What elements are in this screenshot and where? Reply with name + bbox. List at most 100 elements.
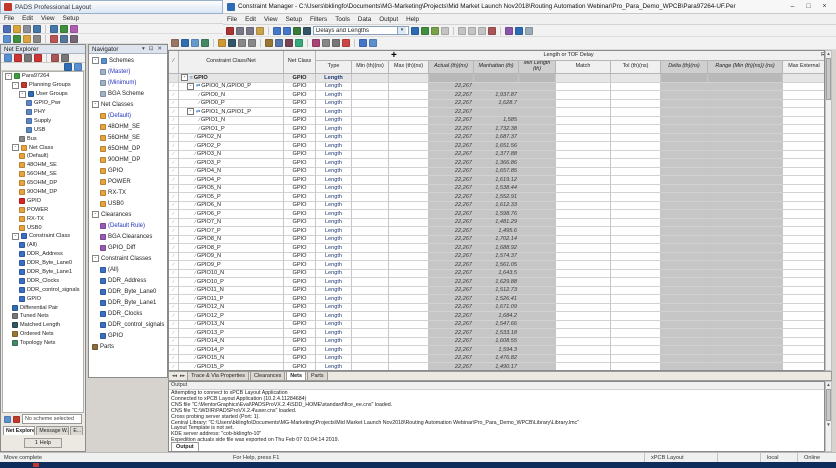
actual-cell[interactable]: 22,267	[429, 329, 474, 338]
tree-item[interactable]: 48OHM_SE	[90, 121, 166, 132]
manh-cell[interactable]: 1,512.73	[474, 286, 519, 295]
maxext-cell[interactable]	[783, 286, 824, 295]
redo-icon[interactable]	[50, 24, 58, 33]
tree-item[interactable]: DDR_control_signals	[90, 319, 166, 330]
tree-item[interactable]: Ordered Nets	[3, 330, 83, 339]
min-cell[interactable]	[352, 167, 389, 176]
range-cell[interactable]	[708, 201, 783, 210]
match-cell[interactable]	[556, 329, 611, 338]
type-cell[interactable]: Length	[316, 82, 352, 91]
row-selector-cell[interactable]: ∕	[169, 269, 179, 278]
delta-cell[interactable]	[661, 261, 708, 270]
constraint-name-cell[interactable]: ∕ GPIO4_P	[179, 176, 284, 185]
tol-cell[interactable]	[611, 320, 661, 329]
tol-cell[interactable]	[611, 329, 661, 338]
max-cell[interactable]	[389, 337, 429, 346]
mark-icon[interactable]	[488, 26, 496, 35]
tree-item[interactable]: (All)	[3, 241, 83, 250]
tree-expander-icon[interactable]: -	[12, 144, 19, 152]
row-selector-cell[interactable]: ∕	[169, 125, 179, 134]
tol-cell[interactable]	[611, 227, 661, 236]
minlen-cell[interactable]	[519, 235, 556, 244]
max-cell[interactable]	[389, 235, 429, 244]
output-vertical-scrollbar[interactable]: ▲ ▼	[825, 381, 832, 452]
maxext-cell[interactable]	[783, 269, 824, 278]
constraint-name-cell[interactable]: ∕ GPIO9_N	[179, 252, 284, 261]
minlen-cell[interactable]	[519, 82, 556, 91]
tol-cell[interactable]	[611, 346, 661, 355]
actual-cell[interactable]: 22,267	[429, 108, 474, 117]
column-header-min[interactable]: Min (th)(ns)	[352, 61, 389, 74]
match-cell[interactable]	[556, 201, 611, 210]
match-cell[interactable]	[556, 91, 611, 100]
max-cell[interactable]	[389, 150, 429, 159]
type-cell[interactable]: Length	[316, 286, 352, 295]
row-selector-cell[interactable]: ∕	[169, 354, 179, 363]
delta-cell[interactable]	[661, 210, 708, 219]
minlen-cell[interactable]	[519, 227, 556, 236]
grid-row[interactable]: ∕ ∕ GPIO8_N GPIO Length 22,267 1,702.14	[169, 235, 824, 244]
range-cell[interactable]	[708, 184, 783, 193]
constraint-name-cell[interactable]: ∕ GPIO3_P	[179, 159, 284, 168]
tol-cell[interactable]	[611, 363, 661, 370]
tab-scroll-first-icon[interactable]: ◂◂	[171, 373, 178, 379]
tree-item[interactable]: POWER	[3, 205, 83, 214]
minlen-cell[interactable]	[519, 252, 556, 261]
tree-item[interactable]: (Minimum)	[90, 77, 166, 88]
scroll-up-icon[interactable]: ▲	[826, 51, 831, 57]
panel-tab[interactable]: E...	[70, 426, 83, 435]
range-cell[interactable]	[708, 252, 783, 261]
minlen-cell[interactable]	[519, 167, 556, 176]
grid-row[interactable]: ∕ ∕ GPIO14_P GPIO Length 22,267 1,594.3	[169, 346, 824, 355]
type-cell[interactable]: Length	[316, 218, 352, 227]
maxext-cell[interactable]	[783, 184, 824, 193]
constraint-name-cell[interactable]: ∕ GPIO9_P	[179, 261, 284, 270]
match-cell[interactable]	[556, 312, 611, 321]
delta-cell[interactable]	[661, 167, 708, 176]
tol-cell[interactable]	[611, 278, 661, 287]
check-icon[interactable]	[478, 26, 486, 35]
row-selector-cell[interactable]: ∕	[169, 184, 179, 193]
tol-cell[interactable]	[611, 74, 661, 83]
range-cell[interactable]	[708, 269, 783, 278]
minlen-cell[interactable]	[519, 116, 556, 125]
tol-cell[interactable]	[611, 354, 661, 363]
max-cell[interactable]	[389, 159, 429, 168]
constraint-name-cell[interactable]: ∕ GPIO15_P	[179, 363, 284, 370]
pads-menu-edit[interactable]: Edit	[18, 15, 37, 22]
tol-cell[interactable]	[611, 133, 661, 142]
constraint-name-cell[interactable]: ∕ GPIO13_N	[179, 320, 284, 329]
constraint-name-cell[interactable]: ∕ GPIO8_P	[179, 244, 284, 253]
minlen-cell[interactable]	[519, 363, 556, 370]
netclass-icon[interactable]	[181, 39, 189, 47]
nc-cell[interactable]: GPIO	[284, 312, 316, 321]
match-cell[interactable]	[556, 176, 611, 185]
type-cell[interactable]: Length	[316, 235, 352, 244]
type-cell[interactable]: Length	[316, 354, 352, 363]
maxext-cell[interactable]	[783, 244, 824, 253]
constraint-name-cell[interactable]: ∕ GPIO13_P	[179, 329, 284, 338]
max-cell[interactable]	[389, 184, 429, 193]
grid-row[interactable]: ∕ ∕ GPIO9_P GPIO Length 22,267 1,561.05	[169, 261, 824, 270]
collapse-all-icon[interactable]	[468, 26, 476, 35]
nc-cell[interactable]: GPIO	[284, 235, 316, 244]
row-selector-cell[interactable]: ∕	[169, 312, 179, 321]
actual-cell[interactable]: 22,267	[429, 142, 474, 151]
zoom-icon[interactable]	[33, 34, 41, 43]
tree-item[interactable]: DDR_Address	[90, 275, 166, 286]
tree-item[interactable]: - Constraint Class	[3, 232, 83, 241]
tol-cell[interactable]	[611, 269, 661, 278]
layer-icon[interactable]	[295, 39, 303, 47]
type-cell[interactable]: Length	[316, 346, 352, 355]
manh-cell[interactable]: 1,377.88	[474, 150, 519, 159]
actual-cell[interactable]: 22,267	[429, 125, 474, 134]
tree-item[interactable]: - Para97264	[3, 72, 83, 81]
max-cell[interactable]	[389, 201, 429, 210]
type-cell[interactable]: Length	[316, 252, 352, 261]
tree-item[interactable]: DDR_Address	[3, 250, 83, 259]
grid-row[interactable]: ∕ ∕ GPIO7_N GPIO Length 22,267 1,481.29	[169, 218, 824, 227]
max-cell[interactable]	[389, 269, 429, 278]
copy-icon[interactable]	[246, 26, 254, 35]
grid-tab-trace-via-properties[interactable]: Trace & Via Properties	[187, 371, 249, 381]
tol-cell[interactable]	[611, 159, 661, 168]
